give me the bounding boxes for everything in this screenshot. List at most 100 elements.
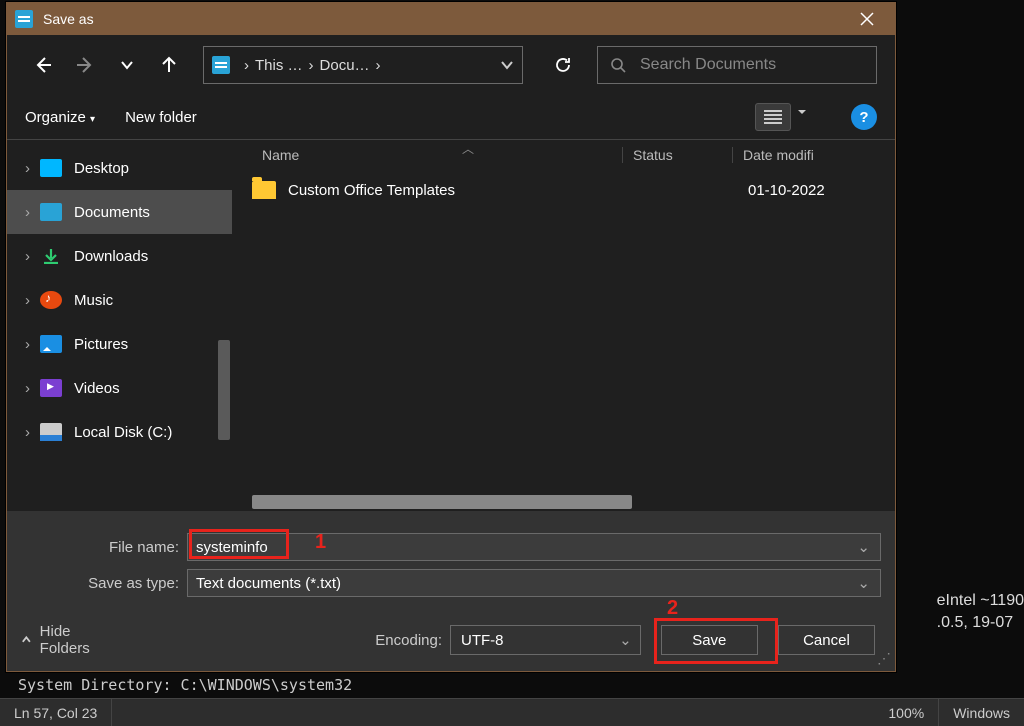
- nav-bar: › This … › Docu… › Search Documents: [7, 35, 895, 95]
- chevron-down-icon: [120, 58, 134, 72]
- sidebar-label: Videos: [74, 380, 120, 397]
- file-date: 01-10-2022: [748, 182, 895, 199]
- view-button[interactable]: [755, 103, 791, 131]
- sidebar-item-music[interactable]: › Music: [7, 278, 232, 322]
- encoding-select[interactable]: UTF-8 ⌄: [450, 625, 641, 655]
- breadcrumb-part2[interactable]: Docu…: [320, 57, 370, 74]
- filename-input[interactable]: systeminfo ⌄: [187, 533, 881, 561]
- window-title: Save as: [43, 11, 94, 27]
- savetype-label: Save as type:: [7, 575, 187, 592]
- chevron-down-icon: [500, 58, 514, 72]
- toolbar: Organize ▾ New folder ?: [7, 95, 895, 139]
- sidebar-label: Downloads: [74, 248, 148, 265]
- sidebar: ›Desktop ›Documents ›Downloads ›Music ›P…: [7, 140, 232, 511]
- chevron-right-icon: ›: [25, 380, 30, 397]
- encoding-value: UTF-8: [461, 632, 504, 649]
- sidebar-scrollbar[interactable]: [218, 340, 230, 440]
- sidebar-item-documents[interactable]: › Documents: [7, 190, 232, 234]
- sidebar-label: Documents: [74, 204, 150, 221]
- cancel-button[interactable]: Cancel: [778, 625, 875, 655]
- chevron-up-icon: [21, 634, 32, 646]
- chevron-right-icon: ›: [25, 424, 30, 441]
- save-button[interactable]: Save: [661, 625, 758, 655]
- refresh-icon: [554, 56, 572, 74]
- sidebar-label: Pictures: [74, 336, 128, 353]
- sidebar-label: Desktop: [74, 160, 129, 177]
- pictures-icon: [40, 335, 62, 353]
- chevron-down-icon[interactable]: ⌄: [857, 538, 870, 556]
- chevron-right-icon: ›: [376, 57, 381, 74]
- recent-dropdown[interactable]: [109, 47, 145, 83]
- column-status[interactable]: Status: [622, 147, 732, 163]
- app-icon: [15, 10, 33, 28]
- arrow-right-icon: [75, 55, 95, 75]
- videos-icon: [40, 379, 62, 397]
- savetype-select[interactable]: Text documents (*.txt) ⌄: [187, 569, 881, 597]
- status-position: Ln 57, Col 23: [0, 699, 112, 726]
- chevron-down-icon[interactable]: ⌄: [857, 574, 870, 592]
- sidebar-item-local-disk[interactable]: › Local Disk (C:): [7, 410, 232, 454]
- save-as-dialog: Save as › This … › Docu… › Search Docume…: [6, 2, 896, 672]
- sidebar-item-videos[interactable]: › Videos: [7, 366, 232, 410]
- up-button[interactable]: [151, 47, 187, 83]
- location-icon: [212, 56, 230, 74]
- list-view-icon: [764, 110, 782, 124]
- horizontal-scrollbar[interactable]: [252, 495, 632, 509]
- bottom-panel: File name: systeminfo ⌄ Save as type: Te…: [7, 511, 895, 671]
- hide-folders-link[interactable]: Hide Folders: [21, 623, 115, 657]
- filename-label: File name:: [7, 539, 187, 556]
- file-list: ︿ Name Status Date modifi Custom Office …: [232, 140, 895, 511]
- filename-value: systeminfo: [196, 539, 268, 556]
- music-icon: [40, 291, 62, 309]
- status-bar: Ln 57, Col 23 100% Windows: [0, 698, 1024, 726]
- hide-folders-label: Hide Folders: [40, 623, 116, 657]
- disk-icon: [40, 423, 62, 441]
- search-placeholder: Search Documents: [640, 56, 776, 74]
- chevron-right-icon: ›: [25, 248, 30, 265]
- organize-menu[interactable]: Organize ▾: [25, 109, 95, 126]
- close-button[interactable]: [847, 3, 887, 35]
- chevron-right-icon: ›: [25, 204, 30, 221]
- breadcrumb[interactable]: › This … › Docu… ›: [203, 46, 523, 84]
- sidebar-item-pictures[interactable]: ›Pictures: [7, 322, 232, 366]
- chevron-down-icon[interactable]: ⌄: [619, 631, 632, 649]
- background-text-sysdir: System Directory: C:\WINDOWS\system32: [18, 676, 352, 694]
- search-icon: [610, 57, 626, 73]
- refresh-button[interactable]: [545, 47, 581, 83]
- file-row[interactable]: Custom Office Templates 01-10-2022: [232, 170, 895, 210]
- sidebar-label: Local Disk (C:): [74, 424, 172, 441]
- arrow-left-icon: [33, 55, 53, 75]
- chevron-right-icon: ›: [25, 160, 30, 177]
- column-name[interactable]: Name: [262, 147, 622, 163]
- new-folder-button[interactable]: New folder: [125, 109, 197, 126]
- titlebar[interactable]: Save as: [7, 3, 895, 35]
- status-zoom: 100%: [874, 699, 939, 726]
- sidebar-item-desktop[interactable]: › Desktop: [7, 146, 232, 190]
- chevron-right-icon: ›: [25, 292, 30, 309]
- cancel-label: Cancel: [803, 632, 850, 649]
- chevron-right-icon: ›: [244, 57, 249, 74]
- column-headers[interactable]: Name Status Date modifi: [232, 140, 895, 170]
- breadcrumb-dropdown[interactable]: [500, 58, 514, 72]
- breadcrumb-part1[interactable]: This …: [255, 57, 303, 74]
- encoding-label: Encoding:: [375, 632, 442, 649]
- file-name: Custom Office Templates: [288, 182, 638, 199]
- sidebar-item-downloads[interactable]: › Downloads: [7, 234, 232, 278]
- resize-grip-icon[interactable]: ⋰: [877, 650, 891, 667]
- downloads-icon: [40, 247, 62, 265]
- sort-indicator-icon: ︿: [462, 140, 474, 157]
- sidebar-label: Music: [74, 292, 113, 309]
- forward-button[interactable]: [67, 47, 103, 83]
- background-text-right: eIntel ~1190 .0.5, 19-07: [937, 590, 1024, 634]
- status-eol: Windows: [939, 699, 1024, 726]
- desktop-icon: [40, 159, 62, 177]
- save-label: Save: [692, 632, 726, 649]
- close-icon: [860, 12, 874, 26]
- chevron-right-icon: ›: [309, 57, 314, 74]
- search-input[interactable]: Search Documents: [597, 46, 877, 84]
- column-date[interactable]: Date modifi: [732, 147, 895, 163]
- arrow-up-icon: [159, 55, 179, 75]
- back-button[interactable]: [25, 47, 61, 83]
- help-button[interactable]: ?: [851, 104, 877, 130]
- documents-icon: [40, 203, 62, 221]
